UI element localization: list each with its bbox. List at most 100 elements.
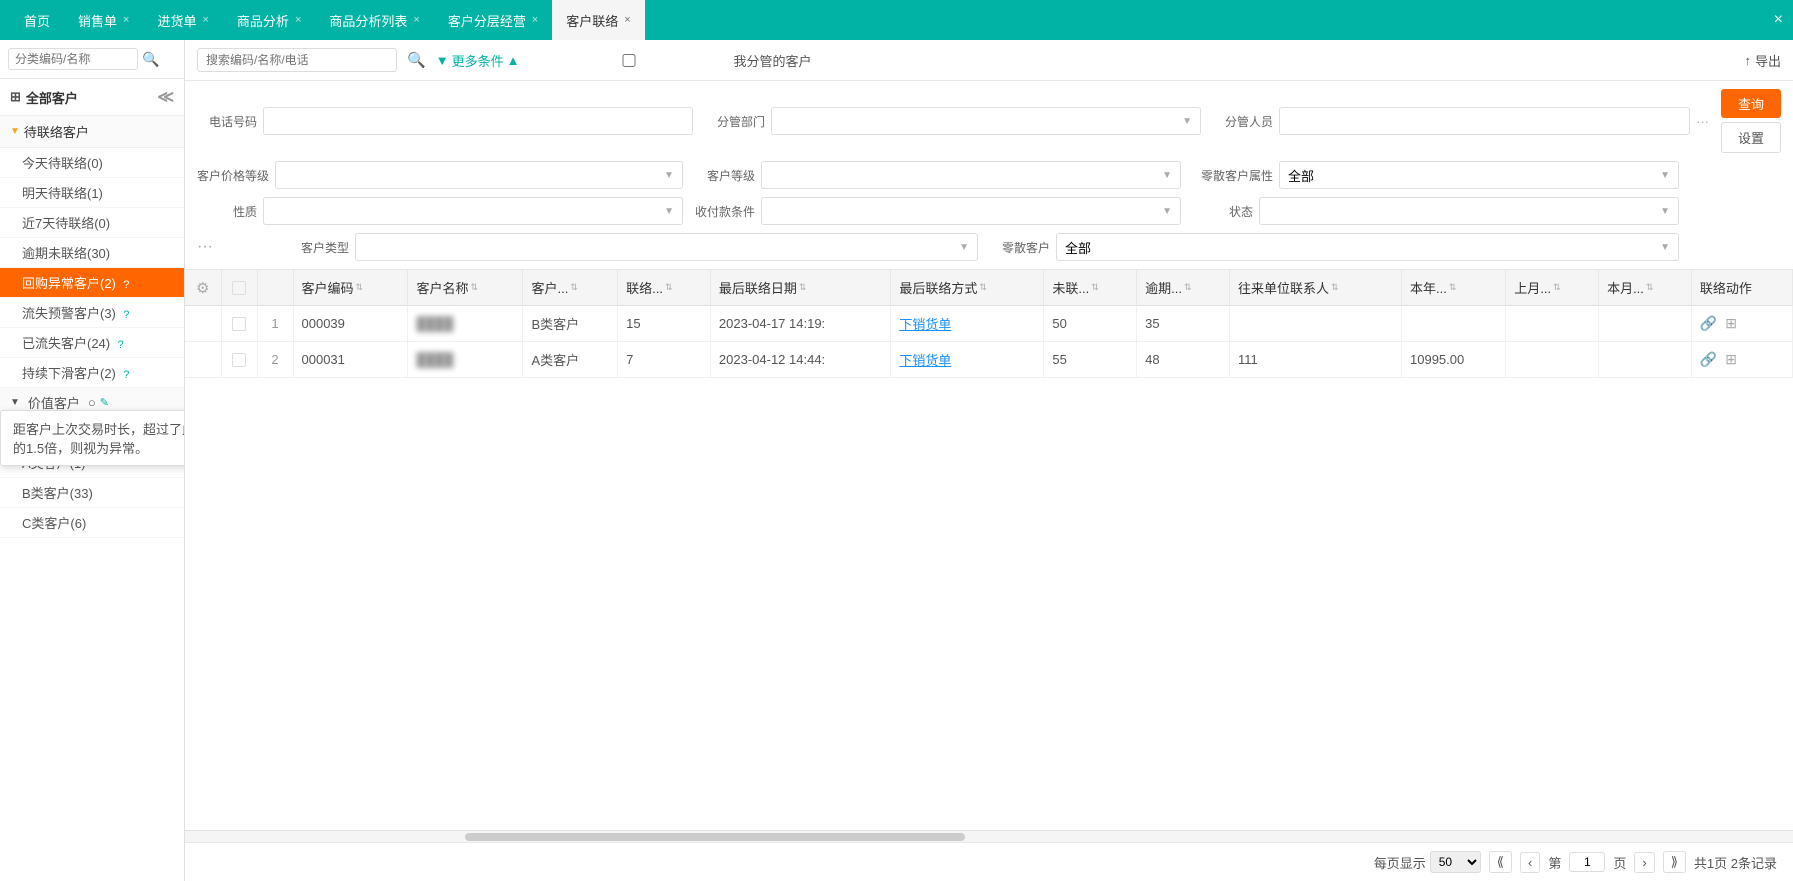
select-all-checkbox[interactable]	[232, 281, 246, 295]
first-page-button[interactable]: ⟪	[1489, 851, 1512, 873]
nav-customer-stratification[interactable]: 客户分层经营 ×	[434, 0, 552, 40]
dropdown-arrow-nature: ▼	[664, 206, 674, 217]
col-lastmonth-header[interactable]: 上月...⇅	[1506, 270, 1599, 306]
table-row: 2 000031 ████ A类客户 7 2023-04-12 14:44: 下…	[185, 342, 1793, 378]
person-more-button[interactable]: ···	[1696, 114, 1709, 129]
row2-link-icon[interactable]: 🔗	[1700, 351, 1717, 368]
nav-purchase[interactable]: 进货单 ×	[143, 0, 222, 40]
phone-input[interactable]	[263, 107, 693, 135]
nav-purchase-close[interactable]: ×	[202, 14, 208, 26]
nav-product-list-close[interactable]: ×	[413, 14, 419, 26]
sidebar-item-tomorrow[interactable]: 明天待联络(1)	[0, 178, 184, 208]
row1-lastmethod[interactable]: 下销货单	[891, 306, 1044, 342]
col-contact-header[interactable]: 联络...⇅	[618, 270, 711, 306]
nav-product-analysis[interactable]: 商品分析 ×	[223, 0, 315, 40]
nav-sales[interactable]: 销售单 ×	[64, 0, 143, 40]
data-table-area: ⚙ 客户编码⇅ 客户名称⇅ 客户...⇅	[185, 270, 1793, 830]
scrollbar-thumb[interactable]	[465, 833, 965, 841]
per-page-select[interactable]: 50 100 200	[1430, 851, 1481, 873]
nav-customer-strat-close[interactable]: ×	[532, 14, 538, 26]
export-button[interactable]: ↑ 导出	[1744, 51, 1781, 70]
prev-page-button[interactable]: ‹	[1520, 852, 1540, 873]
col-thismonth-header[interactable]: 本月...⇅	[1599, 270, 1692, 306]
more-filters-dots[interactable]: ···	[197, 238, 213, 256]
col-thisyear-header[interactable]: 本年...⇅	[1402, 270, 1506, 306]
retail-attr-select[interactable]: 全部 ▼	[1279, 161, 1679, 189]
query-button[interactable]: 查询	[1721, 89, 1781, 118]
row2-num: 2	[257, 342, 293, 378]
sidebar-item-c-class[interactable]: C类客户(6)	[0, 508, 184, 538]
row1-select-checkbox[interactable]	[232, 317, 246, 331]
horizontal-scrollbar[interactable]	[185, 830, 1793, 842]
person-input[interactable]	[1279, 107, 1690, 135]
department-select[interactable]: ▼	[771, 107, 1201, 135]
sidebar-item-7days[interactable]: 近7天待联络(0)	[0, 208, 184, 238]
nature-select[interactable]: ▼	[263, 197, 683, 225]
nav-product-analysis-close[interactable]: ×	[295, 14, 301, 26]
filter-icon: ▼	[436, 53, 449, 68]
retail-attr-label: 零散客户属性	[1193, 167, 1273, 184]
row1-num: 1	[257, 306, 293, 342]
row2-select-checkbox[interactable]	[232, 353, 246, 367]
col-type-header[interactable]: 客户...⇅	[523, 270, 618, 306]
sidebar-item-churned[interactable]: 已流失客户(24) ?	[0, 328, 184, 358]
sort-icon-thisyear: ⇅	[1449, 282, 1457, 293]
price-level-select[interactable]: ▼	[275, 161, 683, 189]
sidebar-item-churn-warning[interactable]: 流失预警客户(3) ?	[0, 298, 184, 328]
sidebar-search-icon[interactable]: 🔍	[142, 51, 159, 68]
per-page-label: 每页显示	[1374, 853, 1426, 872]
last-page-button[interactable]: ⟫	[1663, 851, 1686, 873]
main-layout: 🔍 ⊞ 全部客户 ≪ ▼ 待联络客户 今天待联络(0) 明天待联络(1) 近7天…	[0, 40, 1793, 881]
col-name-header[interactable]: 客户名称⇅	[408, 270, 523, 306]
price-level-label: 客户价格等级	[197, 167, 269, 184]
arrow-down-icon-2: ▼	[10, 397, 20, 408]
col-uncontacted-header[interactable]: 未联...⇅	[1044, 270, 1137, 306]
page-number-input[interactable]: 1	[1569, 852, 1605, 872]
row2-checkbox[interactable]	[221, 342, 257, 378]
total-records-label: 共1页 2条记录	[1694, 853, 1777, 872]
table-settings-icon[interactable]: ⚙	[196, 280, 209, 297]
sidebar-item-abnormal-repurchase[interactable]: 回购异常客户(2) ?	[0, 268, 184, 298]
nav-sales-close[interactable]: ×	[123, 14, 129, 26]
row1-checkbox[interactable]	[221, 306, 257, 342]
customer-level-select[interactable]: ▼	[761, 161, 1181, 189]
sidebar-item-declining[interactable]: 持续下滑客户(2) ?	[0, 358, 184, 388]
sidebar-item-today[interactable]: 今天待联络(0)	[0, 148, 184, 178]
sidebar-collapse-button[interactable]: ≪	[157, 87, 174, 107]
col-code-header[interactable]: 客户编码⇅	[293, 270, 408, 306]
row2-lastmethod[interactable]: 下销货单	[891, 342, 1044, 378]
window-close-button[interactable]: ×	[1774, 11, 1783, 29]
col-settings[interactable]: ⚙	[185, 270, 221, 306]
nav-product-analysis-list[interactable]: 商品分析列表 ×	[315, 0, 433, 40]
more-conditions-button[interactable]: ▼ 更多条件 ▲	[436, 51, 520, 70]
nav-customer-contact[interactable]: 客户联络 ×	[552, 0, 644, 40]
sidebar-item-overdue[interactable]: 逾期未联络(30)	[0, 238, 184, 268]
col-lastdate-header[interactable]: 最后联络日期⇅	[710, 270, 890, 306]
payment-select[interactable]: ▼	[761, 197, 1181, 225]
row2-lastdate: 2023-04-12 14:44:	[710, 342, 890, 378]
row2-grid-icon[interactable]: ⊞	[1725, 351, 1737, 368]
my-customers-checkbox-area[interactable]: 我分管的客户	[529, 51, 811, 70]
col-lastmethod-header[interactable]: 最后联络方式⇅	[891, 270, 1044, 306]
col-overdue-header[interactable]: 逾期...⇅	[1137, 270, 1230, 306]
next-page-button[interactable]: ›	[1634, 852, 1654, 873]
sidebar-search-input[interactable]	[8, 48, 138, 70]
edit-icon[interactable]: ✎	[100, 396, 109, 409]
settings-button[interactable]: 设置	[1721, 122, 1781, 153]
nav-customer-contact-close[interactable]: ×	[624, 14, 630, 26]
sidebar-section-pending[interactable]: ▼ 待联络客户	[0, 116, 184, 148]
retail-customer-select[interactable]: 全部 ▼	[1056, 233, 1679, 261]
col-person-header[interactable]: 往来单位联系人⇅	[1229, 270, 1401, 306]
search-input[interactable]	[197, 48, 397, 72]
status-select[interactable]: ▼	[1259, 197, 1679, 225]
customer-type-select[interactable]: ▼	[355, 233, 978, 261]
nav-home[interactable]: 首页	[10, 0, 64, 40]
col-checkbox-header[interactable]	[221, 270, 257, 306]
sidebar-item-b-class[interactable]: B类客户(33)	[0, 478, 184, 508]
filter-price-level: 客户价格等级 ▼	[197, 161, 683, 189]
row1-link-icon[interactable]: 🔗	[1700, 315, 1717, 332]
search-button[interactable]: 🔍	[407, 51, 426, 69]
row1-grid-icon[interactable]: ⊞	[1725, 315, 1737, 332]
row2-thisyear: 10995.00	[1402, 342, 1506, 378]
my-customers-checkbox[interactable]	[529, 54, 729, 67]
